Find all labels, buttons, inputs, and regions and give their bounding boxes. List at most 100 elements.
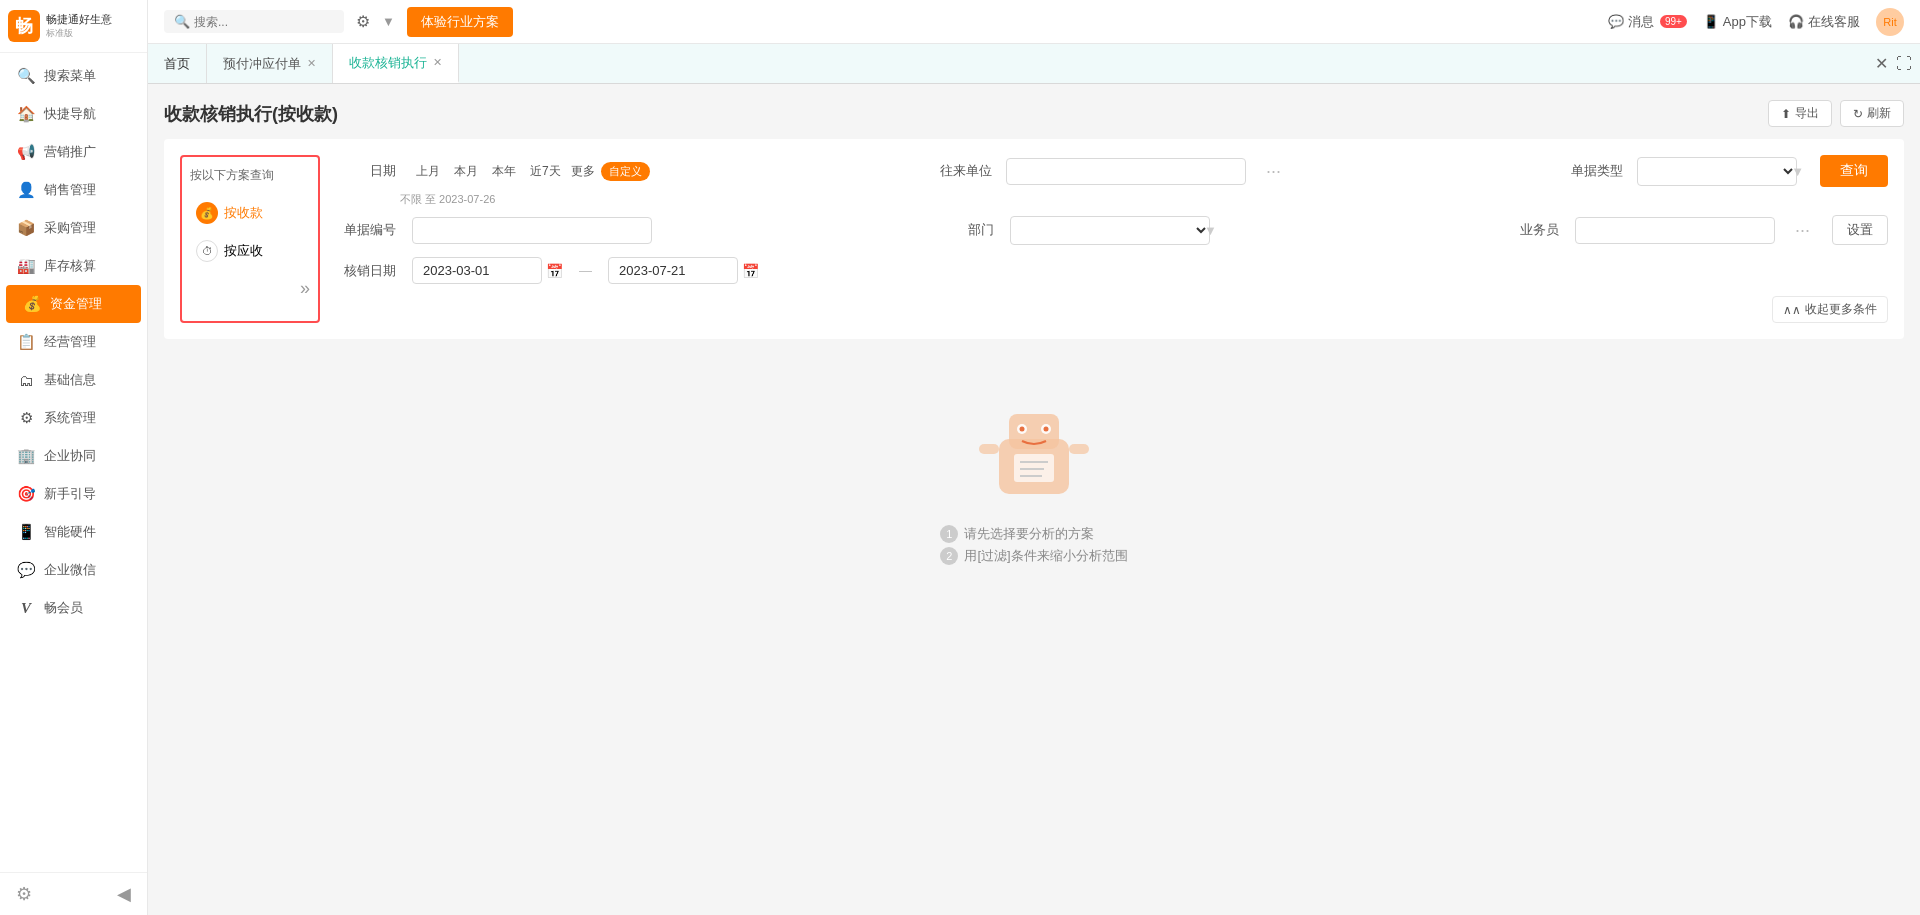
marketing-icon: 📢: [16, 143, 36, 161]
sidebar-item-label: 采购管理: [44, 219, 96, 237]
date-more[interactable]: 更多: [571, 163, 595, 180]
tab-home[interactable]: 首页: [148, 44, 207, 83]
topbar-right: 💬 消息 99+ 📱 App下载 🎧 在线客服 Rit: [1608, 8, 1904, 36]
empty-state: 1 请先选择要分析的方案 2 用[过滤]条件来缩小分析范围: [164, 399, 1904, 569]
sidebar-item-label: 快捷导航: [44, 105, 96, 123]
sidebar-item-label: 搜索菜单: [44, 67, 96, 85]
collapse-more-button[interactable]: ∧∧ 收起更多条件: [1772, 296, 1888, 323]
date-last-month[interactable]: 上月: [412, 161, 444, 182]
page-actions: ⬆ 导出 ↻ 刷新: [1768, 100, 1904, 127]
page-content: 收款核销执行(按收款) ⬆ 导出 ↻ 刷新 按以下方案查询 💰 按收款: [148, 84, 1920, 915]
industry-solution-button[interactable]: 体验行业方案: [407, 7, 513, 37]
sales-icon: 👤: [16, 181, 36, 199]
wechat-icon: 💬: [16, 561, 36, 579]
sidebar-item-basic-info[interactable]: 🗂 基础信息: [0, 361, 147, 399]
hint-2-number: 2: [940, 547, 958, 565]
query-button[interactable]: 查询: [1820, 155, 1888, 187]
export-button[interactable]: ⬆ 导出: [1768, 100, 1832, 127]
staff-label: 业务员: [1509, 221, 1559, 239]
hint-1-text: 请先选择要分析的方案: [964, 525, 1094, 543]
user-avatar[interactable]: Rit: [1876, 8, 1904, 36]
sidebar-item-marketing[interactable]: 📢 营销推广: [0, 133, 147, 171]
topbar: 🔍 ⚙ ▼ 体验行业方案 💬 消息 99+ 📱 App下载 🎧 在线客服 Rit: [148, 0, 1920, 44]
enterprise-icon: 🏢: [16, 447, 36, 465]
search-input[interactable]: [194, 15, 314, 29]
staff-input[interactable]: [1575, 217, 1775, 244]
message-label: 消息: [1628, 13, 1654, 31]
chevron-down-icon[interactable]: ▼: [382, 14, 395, 29]
tabbar-controls: ✕ ⛶: [1867, 44, 1920, 83]
date-last-7-days[interactable]: 近7天: [526, 161, 565, 182]
verify-date-end-input[interactable]: [608, 257, 738, 284]
online-service-button[interactable]: 🎧 在线客服: [1788, 13, 1860, 31]
counterpart-input[interactable]: [1006, 158, 1246, 185]
filter-row-3: 核销日期 📅 — 📅: [336, 257, 1888, 284]
sidebar-item-member[interactable]: V 畅会员: [0, 589, 147, 627]
empty-illustration: [974, 399, 1094, 509]
sidebar-item-quick-nav[interactable]: 🏠 快捷导航: [0, 95, 147, 133]
settings-gear-icon[interactable]: ⚙: [356, 12, 370, 31]
doc-type-select[interactable]: [1637, 157, 1797, 186]
sidebar-item-sales[interactable]: 👤 销售管理: [0, 171, 147, 209]
date-custom-badge[interactable]: 自定义: [601, 162, 650, 181]
message-button[interactable]: 💬 消息 99+: [1608, 13, 1687, 31]
app-download-button[interactable]: 📱 App下载: [1703, 13, 1772, 31]
date-range-separator: —: [579, 263, 592, 278]
sidebar-item-finance[interactable]: 💰 资金管理: [6, 285, 141, 323]
date-this-month[interactable]: 本月: [450, 161, 482, 182]
basic-info-icon: 🗂: [16, 372, 36, 389]
sidebar-item-guide[interactable]: 🎯 新手引导: [0, 475, 147, 513]
tab-collection-offset[interactable]: 收款核销执行 ✕: [333, 44, 459, 83]
topbar-search-box[interactable]: 🔍: [164, 10, 344, 33]
counterpart-dots-icon[interactable]: ···: [1266, 161, 1281, 182]
setting-button[interactable]: 设置: [1832, 215, 1888, 245]
date-this-year[interactable]: 本年: [488, 161, 520, 182]
sidebar-item-label: 销售管理: [44, 181, 96, 199]
sidebar-item-enterprise[interactable]: 🏢 企业协同: [0, 437, 147, 475]
verify-date-end-group: 📅: [608, 257, 759, 284]
refresh-button[interactable]: ↻ 刷新: [1840, 100, 1904, 127]
tab-collection-label: 收款核销执行: [349, 54, 427, 72]
verify-date-start-input[interactable]: [412, 257, 542, 284]
collapse-sidebar-icon[interactable]: ◀: [117, 883, 131, 905]
svg-rect-7: [1069, 444, 1089, 454]
by-receipt-label: 按收款: [224, 204, 263, 222]
home-icon: 🏠: [16, 105, 36, 123]
filter-option-by-receivable[interactable]: ⏱ 按应收: [190, 232, 310, 270]
close-tab-prepay-icon[interactable]: ✕: [307, 57, 316, 70]
filter-right: 日期 上月 本月 本年 近7天 更多 自定义 往来单位 ··· 单据类型: [336, 155, 1888, 323]
calendar-start-icon[interactable]: 📅: [546, 263, 563, 279]
tabbar: 首页 预付冲应付单 ✕ 收款核销执行 ✕ ✕ ⛶: [148, 44, 1920, 84]
main-area: 🔍 ⚙ ▼ 体验行业方案 💬 消息 99+ 📱 App下载 🎧 在线客服 Rit: [148, 0, 1920, 915]
dept-select[interactable]: [1010, 216, 1210, 245]
verify-date-start-group: 📅: [412, 257, 563, 284]
logo-icon: 畅: [8, 10, 40, 42]
sidebar-item-inventory[interactable]: 🏭 库存核算: [0, 247, 147, 285]
counterpart-label: 往来单位: [940, 162, 990, 180]
guide-icon: 🎯: [16, 485, 36, 503]
close-tab-collection-icon[interactable]: ✕: [433, 56, 442, 69]
sidebar-item-hardware[interactable]: 📱 智能硬件: [0, 513, 147, 551]
sidebar-item-operation[interactable]: 📋 经营管理: [0, 323, 147, 361]
by-receipt-icon: 💰: [196, 202, 218, 224]
filter-row-1: 日期 上月 本月 本年 近7天 更多 自定义 往来单位 ··· 单据类型: [336, 155, 1888, 187]
filter-option-by-receipt[interactable]: 💰 按收款: [190, 194, 310, 232]
collapse-filter-sidebar-icon[interactable]: »: [190, 278, 310, 299]
sidebar-item-wechat[interactable]: 💬 企业微信: [0, 551, 147, 589]
sidebar-menu: 🔍 搜索菜单 🏠 快捷导航 📢 营销推广 👤 销售管理 📦 采购管理 🏭 库存核…: [0, 53, 147, 872]
sidebar-item-purchase[interactable]: 📦 采购管理: [0, 209, 147, 247]
calendar-end-icon[interactable]: 📅: [742, 263, 759, 279]
sidebar-item-system[interactable]: ⚙ 系统管理: [0, 399, 147, 437]
date-shortcuts: 上月 本月 本年 近7天 更多 自定义: [412, 161, 650, 182]
staff-dots-icon[interactable]: ···: [1795, 220, 1810, 241]
doc-no-label: 单据编号: [336, 221, 396, 239]
tab-prepay-offset[interactable]: 预付冲应付单 ✕: [207, 44, 333, 83]
logo-badge: 标准版: [46, 27, 112, 40]
verify-date-label: 核销日期: [336, 262, 396, 280]
finance-icon: 💰: [22, 295, 42, 313]
doc-no-input[interactable]: [412, 217, 652, 244]
close-all-tabs-icon[interactable]: ✕: [1875, 54, 1888, 73]
expand-tabs-icon[interactable]: ⛶: [1896, 55, 1912, 73]
sidebar-item-search-menu[interactable]: 🔍 搜索菜单: [0, 57, 147, 95]
settings-footer-icon[interactable]: ⚙: [16, 883, 32, 905]
